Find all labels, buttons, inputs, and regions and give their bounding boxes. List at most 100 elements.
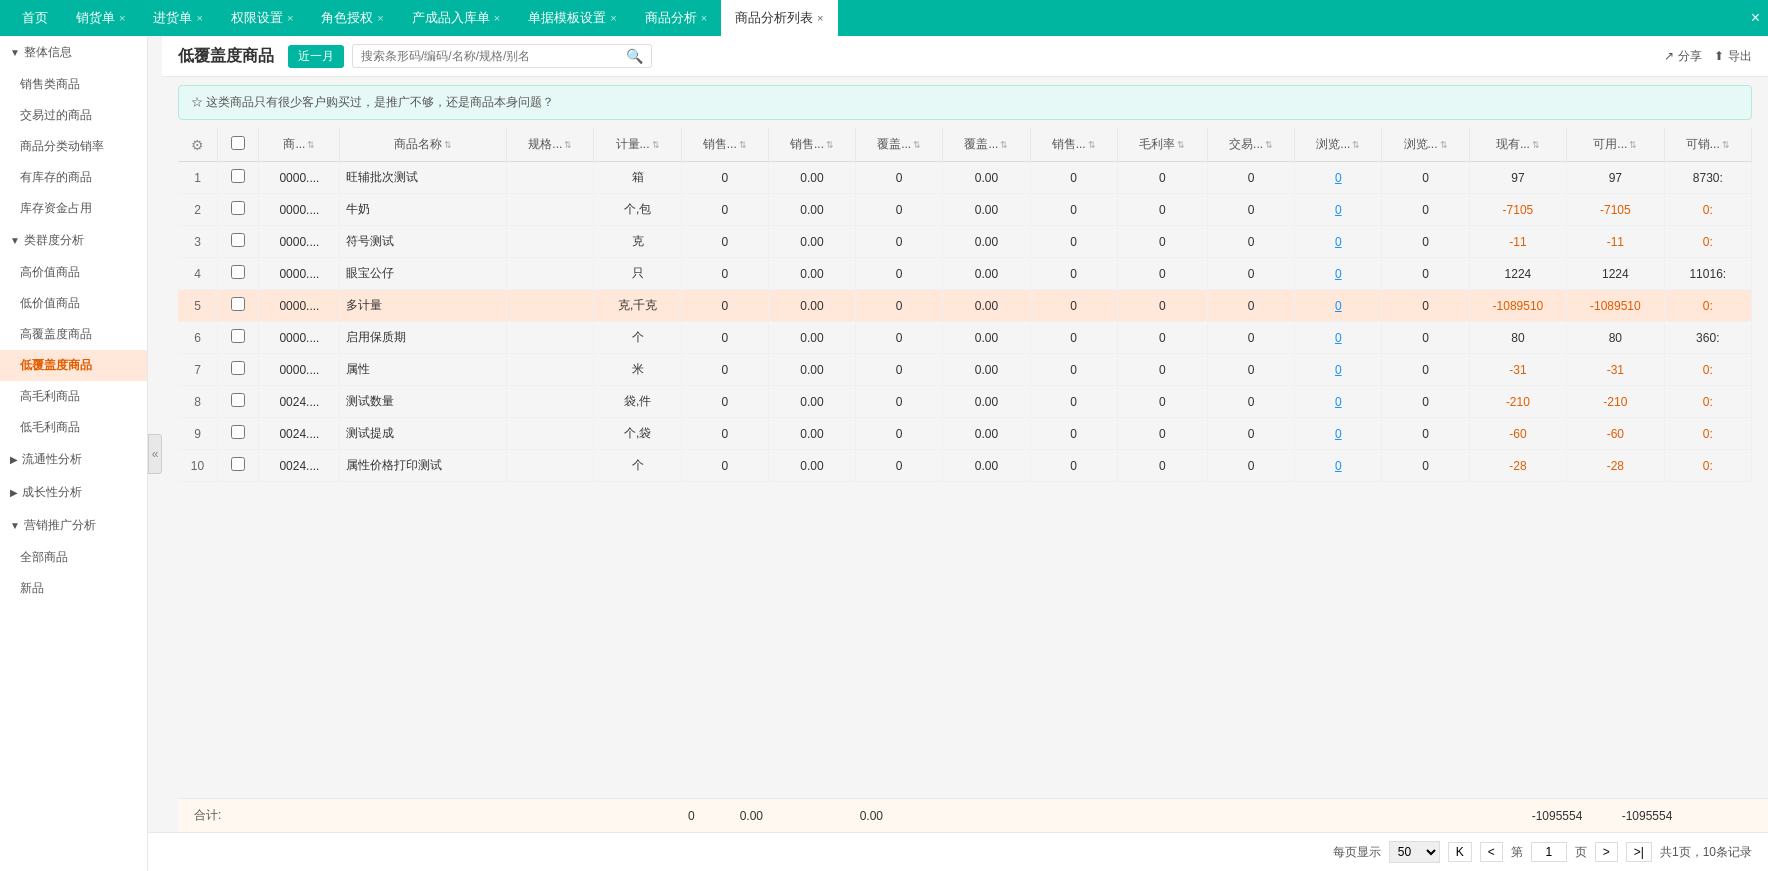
sort-stock2-icon[interactable]: ⇅ bbox=[1629, 140, 1637, 150]
close-role-auth-icon[interactable]: × bbox=[377, 12, 383, 24]
close-all-tabs-icon[interactable]: × bbox=[1751, 9, 1760, 27]
nav-permission-settings[interactable]: 权限设置 × bbox=[217, 0, 307, 36]
table-cell bbox=[507, 258, 594, 290]
nav-product-analysis[interactable]: 商品分析 × bbox=[631, 0, 721, 36]
sidebar-section-overall[interactable]: ▼ 整体信息 bbox=[0, 36, 147, 69]
close-finished-goods-icon[interactable]: × bbox=[494, 12, 500, 24]
col-gear[interactable]: ⚙ bbox=[178, 128, 218, 162]
share-button[interactable]: ↗ 分享 bbox=[1664, 48, 1702, 65]
search-icon[interactable]: 🔍 bbox=[626, 48, 643, 64]
close-purchase-order-icon[interactable]: × bbox=[196, 12, 202, 24]
col-sales3[interactable]: 销售...⇅ bbox=[1030, 128, 1117, 162]
nav-template-settings[interactable]: 单据模板设置 × bbox=[514, 0, 630, 36]
nav-finished-goods[interactable]: 产成品入库单 × bbox=[398, 0, 514, 36]
sidebar-item-low-coverage[interactable]: 低覆盖度商品 bbox=[0, 350, 147, 381]
nav-home[interactable]: 首页 bbox=[8, 0, 62, 36]
table-cell[interactable] bbox=[218, 258, 259, 290]
sidebar-item-high-coverage[interactable]: 高覆盖度商品 bbox=[0, 319, 147, 350]
sort-name-icon[interactable]: ⇅ bbox=[444, 140, 452, 150]
table-cell: 0 bbox=[1295, 386, 1382, 418]
sort-browse2-icon[interactable]: ⇅ bbox=[1440, 140, 1448, 150]
sidebar-section-growth[interactable]: ▶ 成长性分析 bbox=[0, 476, 147, 509]
table-cell: -7105 bbox=[1567, 194, 1664, 226]
col-cover2[interactable]: 覆盖...⇅ bbox=[943, 128, 1030, 162]
sidebar-item-new-products[interactable]: 新品 bbox=[0, 573, 147, 604]
sort-code-icon[interactable]: ⇅ bbox=[307, 140, 315, 150]
table-cell[interactable] bbox=[218, 194, 259, 226]
table-cell[interactable] bbox=[218, 386, 259, 418]
table-cell[interactable] bbox=[218, 450, 259, 482]
col-code[interactable]: 商...⇅ bbox=[259, 128, 340, 162]
sidebar-item-stocked-products[interactable]: 有库存的商品 bbox=[0, 162, 147, 193]
table-cell[interactable] bbox=[218, 162, 259, 194]
col-profit[interactable]: 毛利率⇅ bbox=[1117, 128, 1207, 162]
table-cell[interactable] bbox=[218, 418, 259, 450]
col-sales2[interactable]: 销售...⇅ bbox=[768, 128, 855, 162]
sort-profit-icon[interactable]: ⇅ bbox=[1177, 140, 1185, 150]
sidebar-item-low-margin[interactable]: 低毛利商品 bbox=[0, 412, 147, 443]
sort-cover2-icon[interactable]: ⇅ bbox=[1000, 140, 1008, 150]
page-number-input[interactable] bbox=[1531, 842, 1567, 862]
table-cell[interactable] bbox=[218, 226, 259, 258]
next-page-button[interactable]: > bbox=[1595, 842, 1618, 862]
table-cell[interactable] bbox=[218, 354, 259, 386]
sort-sales1-icon[interactable]: ⇅ bbox=[739, 140, 747, 150]
col-browse2[interactable]: 浏览...⇅ bbox=[1382, 128, 1469, 162]
prev-page-button[interactable]: < bbox=[1480, 842, 1503, 862]
col-unit[interactable]: 计量...⇅ bbox=[594, 128, 681, 162]
first-page-button[interactable]: K bbox=[1448, 842, 1472, 862]
select-all-checkbox[interactable] bbox=[231, 136, 245, 150]
last-page-button[interactable]: >| bbox=[1626, 842, 1652, 862]
table-cell: -31 bbox=[1567, 354, 1664, 386]
col-name[interactable]: 商品名称⇅ bbox=[340, 128, 507, 162]
sidebar-item-stock-capital[interactable]: 库存资金占用 bbox=[0, 193, 147, 224]
sort-sales2-icon[interactable]: ⇅ bbox=[826, 140, 834, 150]
close-product-analysis-icon[interactable]: × bbox=[701, 12, 707, 24]
search-input[interactable] bbox=[361, 49, 626, 63]
col-cover1[interactable]: 覆盖...⇅ bbox=[856, 128, 943, 162]
col-sales1[interactable]: 销售...⇅ bbox=[681, 128, 768, 162]
sort-stock3-icon[interactable]: ⇅ bbox=[1722, 140, 1730, 150]
sidebar-section-cluster[interactable]: ▼ 类群度分析 bbox=[0, 224, 147, 257]
sort-browse1-icon[interactable]: ⇅ bbox=[1352, 140, 1360, 150]
sidebar-item-high-margin[interactable]: 高毛利商品 bbox=[0, 381, 147, 412]
sidebar-collapse-button[interactable]: « bbox=[148, 434, 162, 474]
table-cell: 0 bbox=[1208, 290, 1295, 322]
sort-cover1-icon[interactable]: ⇅ bbox=[913, 140, 921, 150]
nav-product-analysis-list[interactable]: 商品分析列表 × bbox=[721, 0, 837, 36]
col-spec[interactable]: 规格...⇅ bbox=[507, 128, 594, 162]
col-browse1[interactable]: 浏览...⇅ bbox=[1295, 128, 1382, 162]
sidebar-section-circulation[interactable]: ▶ 流通性分析 bbox=[0, 443, 147, 476]
col-stock3[interactable]: 可销...⇅ bbox=[1664, 128, 1751, 162]
sidebar-item-all-products[interactable]: 全部商品 bbox=[0, 542, 147, 573]
gear-settings-icon[interactable]: ⚙ bbox=[191, 137, 204, 153]
sort-stock1-icon[interactable]: ⇅ bbox=[1532, 140, 1540, 150]
sidebar-item-low-value[interactable]: 低价值商品 bbox=[0, 288, 147, 319]
sort-sales3-icon[interactable]: ⇅ bbox=[1088, 140, 1096, 150]
sort-trade-icon[interactable]: ⇅ bbox=[1265, 140, 1273, 150]
close-permission-settings-icon[interactable]: × bbox=[287, 12, 293, 24]
nav-sales-order[interactable]: 销货单 × bbox=[62, 0, 139, 36]
sidebar-item-traded-products[interactable]: 交易过的商品 bbox=[0, 100, 147, 131]
col-stock1[interactable]: 现有...⇅ bbox=[1469, 128, 1566, 162]
sidebar-section-marketing[interactable]: ▼ 营销推广分析 bbox=[0, 509, 147, 542]
table-cell[interactable] bbox=[218, 290, 259, 322]
col-stock2[interactable]: 可用...⇅ bbox=[1567, 128, 1664, 162]
sidebar-item-sales-products[interactable]: 销售类商品 bbox=[0, 69, 147, 100]
col-checkbox[interactable] bbox=[218, 128, 259, 162]
export-button[interactable]: ⬆ 导出 bbox=[1714, 48, 1752, 65]
sort-unit-icon[interactable]: ⇅ bbox=[652, 140, 660, 150]
close-template-settings-icon[interactable]: × bbox=[610, 12, 616, 24]
col-trade[interactable]: 交易...⇅ bbox=[1208, 128, 1295, 162]
table-cell[interactable] bbox=[218, 322, 259, 354]
per-page-select[interactable]: 50 100 bbox=[1389, 841, 1440, 863]
sidebar-item-high-value[interactable]: 高价值商品 bbox=[0, 257, 147, 288]
table-wrapper[interactable]: ⚙ 商...⇅ 商品名称⇅ 规格...⇅ 计量...⇅ 销售...⇅ 销售...… bbox=[178, 128, 1752, 798]
close-sales-order-icon[interactable]: × bbox=[119, 12, 125, 24]
close-product-analysis-list-icon[interactable]: × bbox=[817, 12, 823, 24]
time-filter-button[interactable]: 近一月 bbox=[288, 45, 344, 68]
sort-spec-icon[interactable]: ⇅ bbox=[564, 140, 572, 150]
nav-role-auth[interactable]: 角色授权 × bbox=[307, 0, 397, 36]
nav-purchase-order[interactable]: 进货单 × bbox=[139, 0, 216, 36]
sidebar-item-category-turnover[interactable]: 商品分类动销率 bbox=[0, 131, 147, 162]
